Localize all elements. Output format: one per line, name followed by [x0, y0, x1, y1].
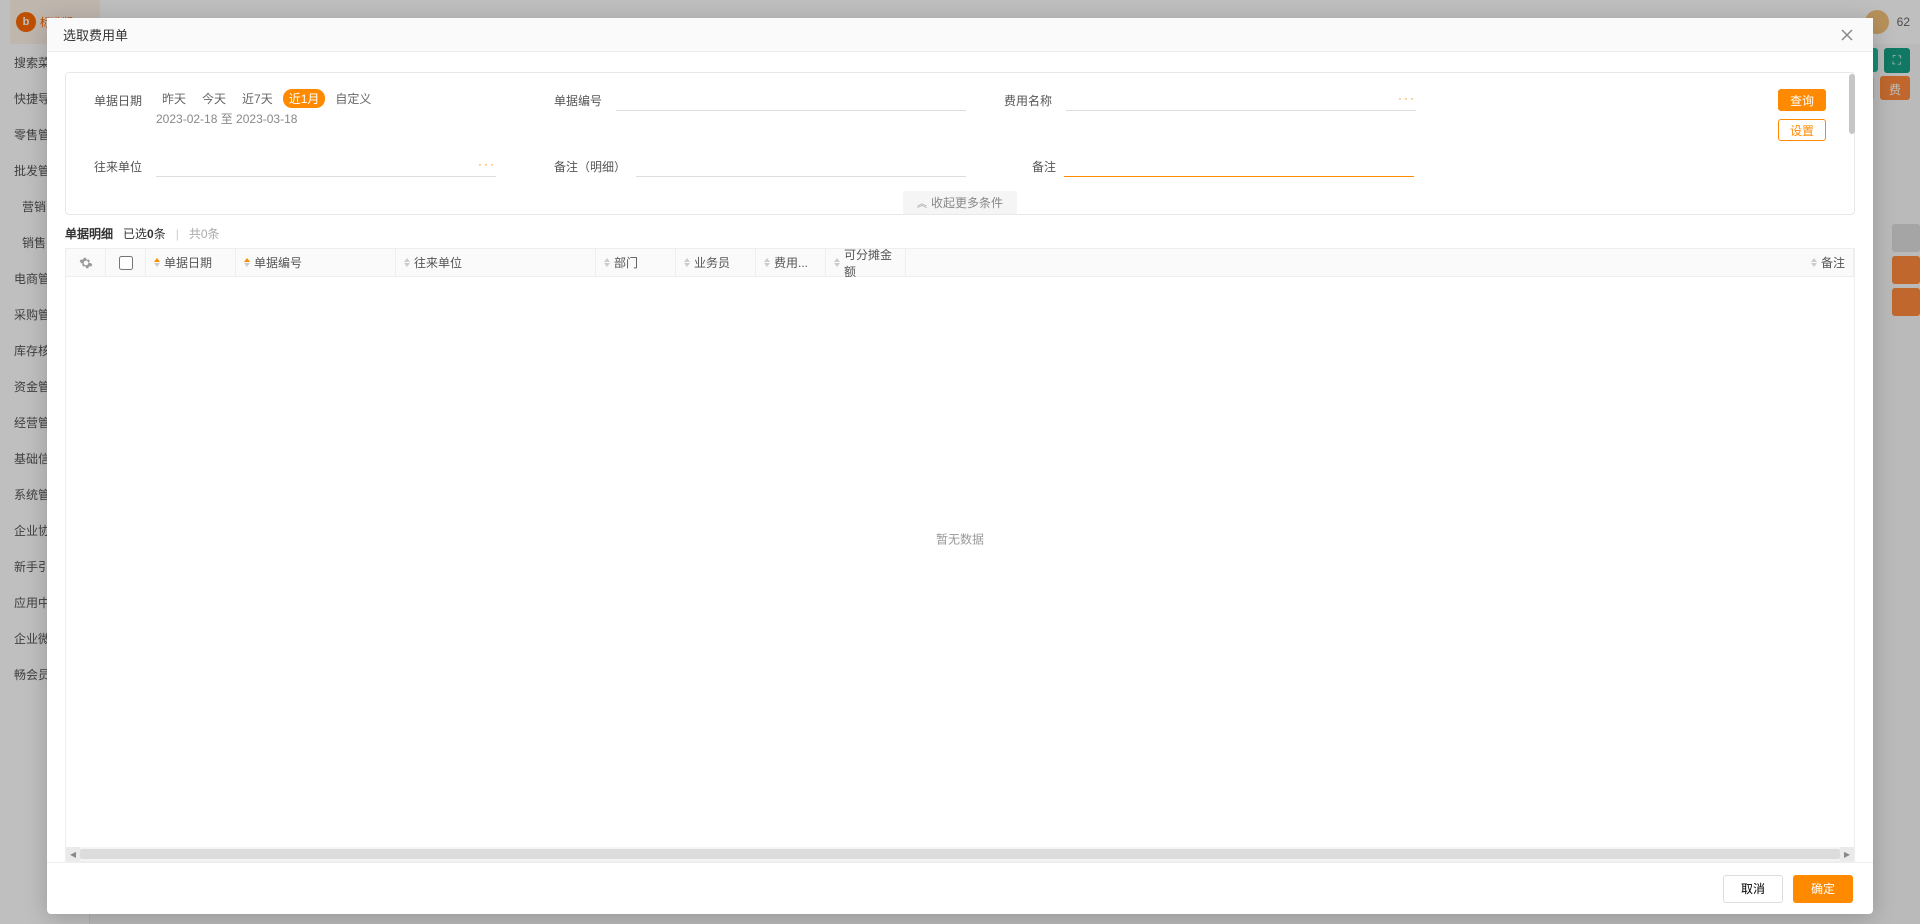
list-meta-bar: 单据明细 已选0条 | 共0条 [65, 225, 1855, 242]
horizontal-scrollbar[interactable]: ◂ ▸ [66, 847, 1854, 861]
scrollbar-thumb[interactable] [1849, 74, 1855, 134]
column-settings-button[interactable] [66, 249, 106, 276]
modal-select-fee: 选取费用单 单据日期 昨天 今天 近7天 近1月 [47, 18, 1873, 914]
ok-button[interactable]: 确定 [1793, 875, 1853, 903]
list-title: 单据明细 [65, 225, 113, 242]
separator: | [176, 227, 179, 241]
sort-icon [244, 258, 250, 267]
date-tag-yesterday[interactable]: 昨天 [156, 89, 192, 108]
date-tag-custom[interactable]: 自定义 [329, 89, 377, 108]
scrollbar-thumb[interactable] [80, 849, 1840, 859]
filter-label-feename: 费用名称 [1004, 89, 1066, 109]
input-fee-name[interactable]: ··· [1066, 89, 1416, 111]
select-all-checkbox[interactable] [106, 249, 146, 276]
modal-title: 选取费用单 [63, 25, 128, 44]
scroll-left-icon[interactable]: ◂ [66, 847, 80, 861]
col-alloc[interactable]: 可分摊金额 [826, 249, 906, 276]
collapse-filters-button[interactable]: ︽ 收起更多条件 [903, 191, 1017, 214]
input-memo-detail[interactable] [636, 155, 966, 177]
input-partner[interactable]: ··· [156, 155, 496, 177]
selected-count: 已选0条 [123, 225, 166, 242]
filter-label-docno: 单据编号 [554, 89, 616, 109]
sort-icon [1811, 258, 1817, 267]
date-tag-today[interactable]: 今天 [196, 89, 232, 108]
filter-panel: 单据日期 昨天 今天 近7天 近1月 自定义 2023-02-18 至 2023… [65, 72, 1855, 215]
sort-icon [404, 258, 410, 267]
input-doc-no[interactable] [616, 89, 966, 111]
query-button[interactable]: 查询 [1778, 89, 1826, 111]
table-header: 单据日期 单据编号 往来单位 部门 [66, 249, 1854, 277]
sort-icon [684, 258, 690, 267]
modal-footer: 取消 确定 [47, 862, 1873, 914]
date-range-display[interactable]: 2023-02-18 至 2023-03-18 [156, 110, 377, 127]
total-count: 共0条 [189, 225, 220, 242]
sort-icon [154, 258, 160, 267]
filter-label-date: 单据日期 [94, 89, 156, 109]
filter-label-partner: 往来单位 [94, 155, 156, 175]
sort-icon [764, 258, 770, 267]
close-icon[interactable] [1837, 25, 1857, 45]
sort-icon [604, 258, 610, 267]
col-fee[interactable]: 费用... [756, 249, 826, 276]
col-date[interactable]: 单据日期 [146, 249, 236, 276]
data-table: 单据日期 单据编号 往来单位 部门 [65, 248, 1855, 862]
col-memo[interactable]: 备注 [906, 249, 1854, 276]
table-body: 暂无数据 [66, 277, 1854, 847]
more-icon[interactable]: ··· [478, 157, 496, 171]
date-tag-week[interactable]: 近7天 [236, 89, 279, 108]
modal-header: 选取费用单 [47, 18, 1873, 52]
col-clerk[interactable]: 业务员 [676, 249, 756, 276]
cancel-button[interactable]: 取消 [1723, 875, 1783, 903]
sort-icon [834, 258, 840, 267]
vertical-scrollbar[interactable] [1847, 72, 1857, 862]
filter-label-memo: 备注 [1014, 155, 1064, 175]
date-quick-tags: 昨天 今天 近7天 近1月 自定义 [156, 89, 377, 108]
filter-label-memo-detail: 备注（明细） [554, 155, 636, 175]
input-memo[interactable] [1064, 155, 1414, 177]
empty-state: 暂无数据 [936, 531, 984, 548]
date-tag-month[interactable]: 近1月 [283, 89, 326, 108]
more-icon[interactable]: ··· [1398, 91, 1416, 105]
col-docno[interactable]: 单据编号 [236, 249, 396, 276]
gear-icon [79, 256, 93, 270]
col-partner[interactable]: 往来单位 [396, 249, 596, 276]
modal-body: 单据日期 昨天 今天 近7天 近1月 自定义 2023-02-18 至 2023… [47, 52, 1873, 862]
settings-button[interactable]: 设置 [1778, 119, 1826, 141]
chevron-up-icon: ︽ [917, 195, 927, 210]
col-dept[interactable]: 部门 [596, 249, 676, 276]
